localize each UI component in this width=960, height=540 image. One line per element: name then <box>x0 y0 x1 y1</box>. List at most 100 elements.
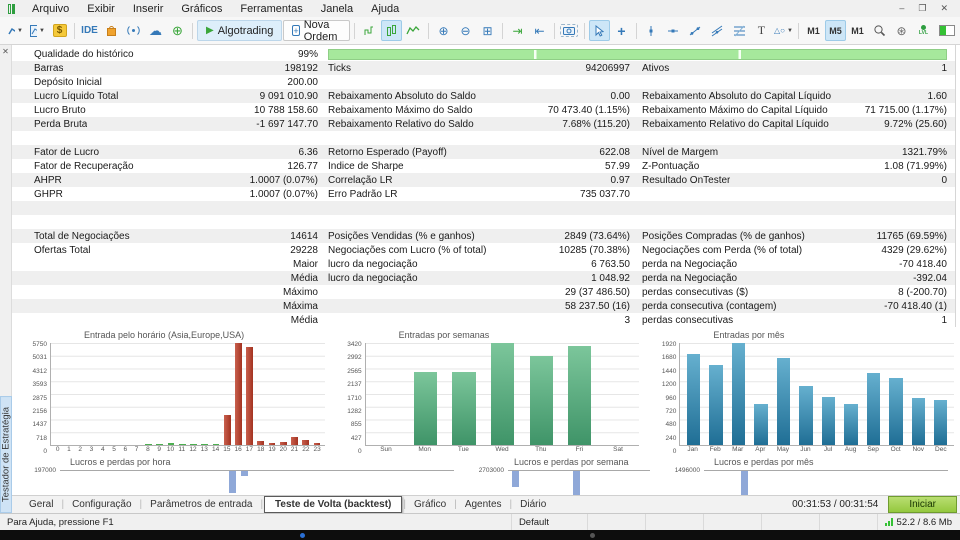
minimize-button[interactable]: – <box>899 3 904 14</box>
timeframe-m1-button[interactable]: M1 <box>803 20 824 41</box>
plus-icon: + <box>292 25 300 36</box>
tick-chart-icon[interactable] <box>359 20 380 41</box>
status-help-text: Para Ajuda, pressione F1 <box>0 514 512 530</box>
table-row: GHPR 1.0007 (0.07%) Erro Padrão LR 735 037.… <box>34 188 630 200</box>
tab-gr-fico[interactable]: Gráfico <box>407 498 453 511</box>
timeframe-m1b-button[interactable]: M1 <box>847 20 868 41</box>
chart-title: Lucros e perdas por hora <box>70 457 171 467</box>
chart-title: Lucros e perdas por semana <box>514 457 629 467</box>
level-icon[interactable]: LVL <box>913 20 934 41</box>
toolbar: ▼ ▼ $ IDE ☁ ⊕ ▶ Algotrading + Nova Ordem ⊕… <box>0 17 960 45</box>
profit-bar <box>241 471 249 476</box>
screenshot-icon[interactable] <box>559 20 580 41</box>
y-tick-label: 2703000 <box>478 467 504 474</box>
symbols-icon[interactable]: $ <box>49 20 70 41</box>
table-row: Maior lucro da negociação 6 763.50 perda na… <box>292 258 947 270</box>
tab-teste-de-volta-backtest[interactable]: Teste de Volta (backtest) <box>264 496 403 513</box>
algotrading-button[interactable]: ▶ Algotrading <box>197 20 283 41</box>
bar-18 <box>257 440 265 445</box>
tile-windows-icon[interactable]: ⊞ <box>477 20 498 41</box>
status-profile[interactable]: Default <box>512 514 588 530</box>
menu-items: Arquivo Exibir Inserir Gráficos Ferramentas J… <box>23 3 408 15</box>
menu-exibir[interactable]: Exibir <box>78 3 124 15</box>
menu-arquivo[interactable]: Arquivo <box>23 3 78 15</box>
toolbar-progress-bar <box>938 25 955 36</box>
bar-jun <box>799 386 813 445</box>
line-chart-icon[interactable] <box>403 20 424 41</box>
signals-icon[interactable] <box>123 20 144 41</box>
menu-ajuda[interactable]: Ajuda <box>362 3 408 15</box>
vertical-line-tool-icon[interactable] <box>641 20 662 41</box>
menu-ferramentas[interactable]: Ferramentas <box>231 3 311 15</box>
zoom-in-icon[interactable]: ⊕ <box>433 20 454 41</box>
tab-configura-o[interactable]: Configuração <box>65 498 138 511</box>
community-icon[interactable]: ⊛ <box>891 20 912 41</box>
tester-panel-title[interactable]: Testador de Estratégia <box>0 395 12 513</box>
bar-13 <box>201 443 209 445</box>
close-button[interactable]: ✕ <box>940 3 948 14</box>
bar-10 <box>167 443 175 445</box>
table-row: Perda Bruta -1 697 147.70 Rebaixamento Rel… <box>12 117 955 131</box>
zoom-out-icon[interactable]: ⊖ <box>455 20 476 41</box>
new-order-button[interactable]: + Nova Ordem <box>283 19 350 43</box>
trendline-tool-icon[interactable] <box>685 20 706 41</box>
cursor-icon[interactable] <box>588 20 610 41</box>
tab-par-metros-de-entrada[interactable]: Parâmetros de entrada <box>143 498 259 511</box>
channel-tool-icon[interactable] <box>707 20 728 41</box>
tab-geral[interactable]: Geral <box>22 498 60 511</box>
table-row <box>12 201 955 215</box>
status-traffic: 52.2 / 8.6 Mb <box>878 514 960 530</box>
bar-chart-icon[interactable] <box>380 20 402 41</box>
menu-janela[interactable]: Janela <box>312 3 362 15</box>
tester-panel-edge: ✕ Testador de Estratégia <box>0 45 12 513</box>
menu-gr-ficos[interactable]: Gráficos <box>172 3 231 15</box>
entry-charts-row: Entrada pelo horário (Asia,Europe,USA) 5… <box>12 327 960 457</box>
chart-profit-by-hour: Lucros e perdas por hora 197000 <box>18 457 466 495</box>
tester-tab-bar: Geral | Configuração | Parâmetros de entrada… <box>12 495 960 513</box>
start-button[interactable]: Iniciar <box>888 496 957 513</box>
text-tool-icon[interactable]: T <box>751 20 772 41</box>
bar-nov <box>911 398 925 445</box>
cloud-icon[interactable]: ☁ <box>145 20 166 41</box>
shift-back-icon[interactable]: ⇤ <box>529 20 550 41</box>
menu-inserir[interactable]: Inserir <box>124 3 173 15</box>
bar-jan <box>686 354 701 445</box>
y-tick-label: 1496000 <box>674 467 700 474</box>
fibonacci-tool-icon[interactable] <box>729 20 750 41</box>
status-empty-cell <box>704 514 762 530</box>
profit-bar <box>740 471 748 495</box>
table-row: Lucro Líquido Total 9 091 010.90 Rebaixame… <box>12 89 955 103</box>
chart-line-style-icon[interactable]: ▼ <box>5 20 26 41</box>
profit-bar <box>512 471 520 487</box>
table-row: Máximo 29 (37 486.50) perdas consecutivas … <box>282 286 947 298</box>
crosshair-icon[interactable]: + <box>611 20 632 41</box>
chart-title: Entrada pelo horário (Asia,Europe,USA) <box>84 330 245 340</box>
history-quality-bar <box>328 48 947 60</box>
bar-thu <box>529 355 553 445</box>
backtest-time: 00:31:53 / 00:31:54 <box>792 499 879 510</box>
table-row: Máxima 58 237.50 (16) perda consecutiva (c… <box>12 299 955 313</box>
search-icon[interactable] <box>869 20 890 41</box>
status-empty-cell <box>820 514 878 530</box>
restore-button[interactable]: ❐ <box>918 3 926 14</box>
metaeditor-ide-button[interactable]: IDE <box>79 20 100 41</box>
table-row <box>12 131 955 145</box>
tab-di-rio[interactable]: Diário <box>513 498 553 511</box>
chart-window-icon[interactable]: ▼ <box>27 20 48 41</box>
shift-end-icon[interactable]: ⇥ <box>507 20 528 41</box>
panel-close-icon[interactable]: ✕ <box>2 47 9 56</box>
bar-15 <box>223 414 231 445</box>
horizontal-line-tool-icon[interactable] <box>663 20 684 41</box>
market-icon[interactable] <box>101 20 122 41</box>
shapes-tool-icon[interactable]: △○ ▼ <box>773 20 794 41</box>
bar-may <box>776 358 791 445</box>
web-add-icon[interactable]: ⊕ <box>167 20 188 41</box>
mt5-window: Arquivo Exibir Inserir Gráficos Ferramentas J… <box>0 0 960 540</box>
table-row: Depósito Inicial 200.00 <box>34 76 318 88</box>
bar-9 <box>156 443 164 445</box>
timeframe-m5-button[interactable]: M5 <box>824 20 846 41</box>
connection-icon <box>884 518 893 526</box>
bar-11 <box>178 443 186 445</box>
table-row: Média 3 perdas consecutivas 1 <box>290 314 947 326</box>
tab-agentes[interactable]: Agentes <box>458 498 509 511</box>
